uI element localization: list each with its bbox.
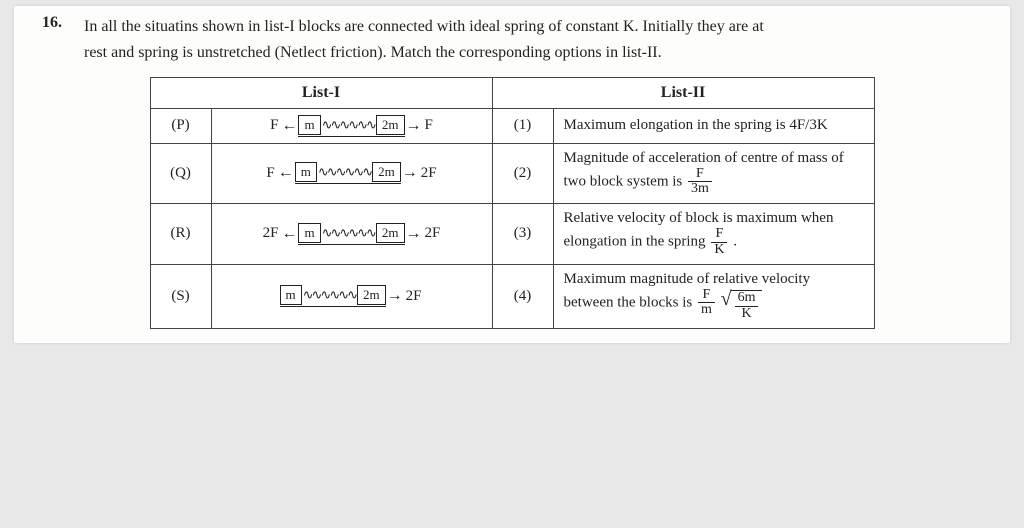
row-s-diagram: m ∿∿∿∿∿∿ 2m 2F [211,264,492,328]
fraction-6m-k: 6m K [735,291,759,321]
desc-post: . [733,234,737,250]
row-p-label: (P) [150,108,211,143]
header-list-1: List-I [150,77,492,108]
arrow-right-icon [402,164,418,182]
force-left-r: 2F [261,225,281,242]
row-p-diagram: F m ∿∿∿∿∿∿ 2m F [211,108,492,143]
force-right-s: 2F [404,288,424,305]
match-table: List-I List-II (P) F m ∿∿∿∿∿∿ 2m F [150,77,875,329]
desc-text: Relative velocity of block is maximum wh… [564,210,834,250]
row-r-diagram: 2F m ∿∿∿∿∿∿ 2m 2F [211,204,492,264]
question-line-1: In all the situatins shown in list-I blo… [84,18,764,35]
spring-icon: ∿∿∿∿∿∿ [322,225,375,241]
row-4-desc: Maximum magnitude of relative velocity b… [553,264,874,328]
mass-left-p: m [298,115,320,135]
mass-left-q: m [295,162,317,182]
force-left-q: F [264,165,276,182]
arrow-right-icon [406,117,422,135]
arrow-left-icon [281,225,297,243]
spring-icon: ∿∿∿∿∿∿ [322,117,375,133]
force-left-p: F [268,117,280,134]
spring-icon: ∿∿∿∿∿∿ [303,287,356,303]
row-3-label: (3) [492,204,553,264]
arrow-right-icon [406,225,422,243]
table-row: (S) m ∿∿∿∿∿∿ 2m 2F (4) Maximum magnitude… [150,264,874,328]
fraction-f-3m: F 3m [688,167,712,197]
fraction-f-k: F K [711,227,727,257]
mass-right-s: 2m [357,285,386,305]
row-q-label: (Q) [150,143,211,203]
question-text: In all the situatins shown in list-I blo… [84,14,982,67]
row-r-label: (R) [150,204,211,264]
row-2-label: (2) [492,143,553,203]
arrow-left-icon [278,164,294,182]
sqrt-icon: 6m K [721,290,763,321]
row-1-label: (1) [492,108,553,143]
row-2-desc: Magnitude of acceleration of centre of m… [553,143,874,203]
force-right-q: 2F [419,165,439,182]
force-right-r: 2F [423,225,443,242]
fraction-f-m: F m [698,288,715,318]
header-list-2: List-II [492,77,874,108]
table-row: (R) 2F m ∿∿∿∿∿∿ 2m 2F (3) Relative veloc… [150,204,874,264]
spring-icon: ∿∿∿∿∿∿ [318,164,371,180]
mass-right-r: 2m [376,223,405,243]
row-3-desc: Relative velocity of block is maximum wh… [553,204,874,264]
row-4-label: (4) [492,264,553,328]
desc-text: Maximum elongation in the spring is 4F/3… [564,117,828,133]
question-line-2: rest and spring is unstretched (Netlect … [84,44,662,61]
table-row: (Q) F m ∿∿∿∿∿∿ 2m 2F (2) Magnitude of ac… [150,143,874,203]
arrow-left-icon [281,117,297,135]
question-number: 16. [42,14,84,32]
mass-left-r: m [298,223,320,243]
mass-left-s: m [280,285,302,305]
arrow-right-icon [387,287,403,305]
row-s-label: (S) [150,264,211,328]
row-1-desc: Maximum elongation in the spring is 4F/3… [553,108,874,143]
row-q-diagram: F m ∿∿∿∿∿∿ 2m 2F [211,143,492,203]
table-row: (P) F m ∿∿∿∿∿∿ 2m F (1) Maximum elongati… [150,108,874,143]
mass-right-q: 2m [372,162,401,182]
desc-text: Maximum magnitude of relative velocity b… [564,271,811,311]
force-right-p: F [423,117,435,134]
mass-right-p: 2m [376,115,405,135]
